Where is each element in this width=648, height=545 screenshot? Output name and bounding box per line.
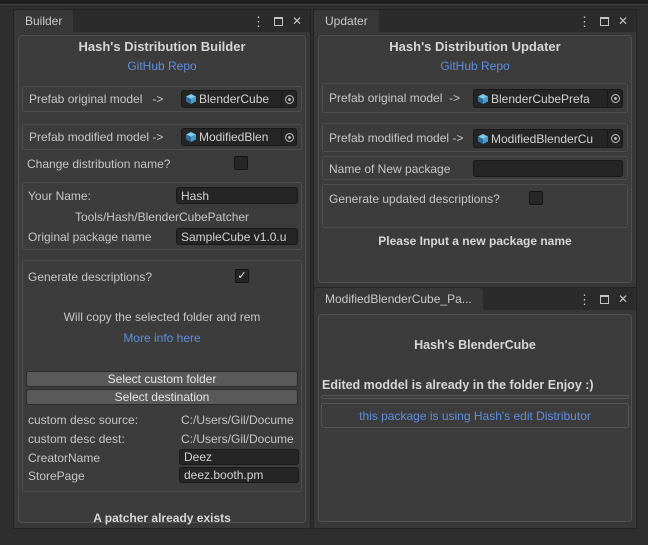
object-picker-icon[interactable] [281, 129, 296, 145]
change-name-checkbox[interactable] [234, 156, 248, 170]
updater-panel: Updater ⋮ ✕ Hash's Distribution Updater … [314, 10, 636, 287]
prefab-cube-icon [477, 133, 489, 145]
object-picker-icon[interactable] [607, 90, 622, 107]
builder-box: Hash's Distribution Builder GitHub Repo … [18, 35, 306, 525]
menu-kebab-icon[interactable]: ⋮ [252, 15, 265, 28]
prefab-cube-icon [477, 93, 489, 105]
select-destination-button[interactable]: Select destination [26, 389, 298, 405]
object-field-value: ModifiedBlenderCu [491, 131, 594, 146]
select-custom-folder-button[interactable]: Select custom folder [26, 371, 298, 387]
generate-descriptions-label: Generate descriptions? [28, 270, 153, 284]
package-tabbar: ModifiedBlenderCube_Pa... ⋮ ✕ [314, 288, 636, 310]
generate-updated-checkbox[interactable] [529, 191, 543, 205]
prefab-modified-label: Prefab modified model -> [29, 130, 164, 144]
desc-source-value: C:/Users/Gil/Docume [181, 413, 294, 427]
your-name-field[interactable] [176, 187, 298, 204]
prefab-modified-object-field[interactable]: ModifiedBlen [181, 128, 297, 146]
prefab-modified-row: Prefab modified model -> ModifiedBlen [22, 124, 302, 150]
prefab-cube-icon [185, 93, 197, 105]
updater-box: Hash's Distribution Updater GitHub Repo … [318, 35, 632, 283]
package-box: Hash's BlenderCube Edited moddel is alre… [318, 314, 632, 522]
github-repo-link[interactable]: GitHub Repo [319, 58, 631, 74]
package-content: Hash's BlenderCube Edited moddel is alre… [314, 310, 636, 528]
github-repo-link[interactable]: GitHub Repo [19, 58, 305, 74]
menu-kebab-icon[interactable]: ⋮ [578, 293, 591, 306]
desc-dest-value: C:/Users/Gil/Docume [181, 432, 294, 446]
name-section: Your Name: Tools/Hash/BlenderCubePatcher… [22, 182, 302, 250]
maximize-icon[interactable] [273, 16, 283, 26]
desc-source-label: custom desc source: [28, 413, 139, 427]
updater-tabbar: Updater ⋮ ✕ [314, 10, 636, 32]
new-package-field[interactable] [473, 160, 623, 177]
prefab-modified-row: Prefab modified model -> ModifiedBlender… [322, 123, 628, 152]
updater-content: Hash's Distribution Updater GitHub Repo … [314, 32, 636, 287]
builder-panel: Builder ⋮ ✕ Hash's Distribution Builder … [14, 10, 310, 528]
package-panel: ModifiedBlenderCube_Pa... ⋮ ✕ Hash's Ble… [314, 288, 636, 528]
generate-descriptions-checkbox[interactable]: ✓ [235, 269, 249, 283]
menu-kebab-icon[interactable]: ⋮ [578, 15, 591, 28]
prefab-original-object-field[interactable]: BlenderCubePrefa [473, 89, 623, 108]
prefab-original-label: Prefab original model -> [29, 92, 164, 106]
toolbar-edge [0, 0, 648, 5]
object-field-value: BlenderCube [199, 92, 270, 106]
object-field-value: ModifiedBlen [199, 130, 269, 144]
your-name-label: Your Name: [28, 189, 91, 203]
creator-name-label: CreatorName [28, 451, 101, 465]
builder-content: Hash's Distribution Builder GitHub Repo … [14, 32, 310, 528]
tools-path-label: Tools/Hash/BlenderCubePatcher [74, 210, 250, 224]
desc-dest-label: custom desc dest: [28, 432, 125, 446]
builder-title: Hash's Distribution Builder [78, 39, 246, 54]
store-page-label: StorePage [28, 469, 85, 483]
maximize-icon[interactable] [599, 294, 609, 304]
close-icon[interactable]: ✕ [618, 15, 628, 27]
prefab-original-object-field[interactable]: BlenderCube [181, 90, 297, 108]
updater-title: Hash's Distribution Updater [389, 39, 561, 54]
tab-modified-blender-cube[interactable]: ModifiedBlenderCube_Pa... [314, 288, 483, 310]
distributor-link[interactable]: this package is using Hash's edit Distri… [359, 409, 591, 423]
creator-name-field[interactable] [179, 449, 299, 465]
object-picker-icon[interactable] [607, 130, 622, 147]
maximize-icon[interactable] [599, 16, 609, 26]
tab-builder[interactable]: Builder [14, 10, 74, 32]
generate-updated-section: Generate updated descriptions? [322, 184, 628, 228]
empty-helpbox [321, 395, 629, 399]
prefab-modified-label: Prefab modified model -> [329, 131, 464, 145]
distributor-link-box: this package is using Hash's edit Distri… [321, 403, 629, 428]
more-info-link[interactable]: More info here [23, 330, 301, 346]
builder-status: A patcher already exists [93, 511, 231, 525]
change-name-label: Change distribution name? [27, 157, 171, 171]
object-field-value: BlenderCubePrefa [491, 91, 590, 106]
tab-updater[interactable]: Updater [314, 10, 379, 32]
store-page-field[interactable] [179, 467, 299, 483]
original-package-label: Original package name [28, 230, 152, 244]
prefab-original-row: Prefab original model -> BlenderCube [22, 86, 302, 112]
updater-status: Please Input a new package name [378, 234, 572, 248]
close-icon[interactable]: ✕ [292, 15, 302, 27]
generate-updated-label: Generate updated descriptions? [329, 192, 500, 206]
prefab-modified-object-field[interactable]: ModifiedBlenderCu [473, 129, 623, 148]
new-package-row: Name of New package [322, 156, 628, 180]
copy-note: Will copy the selected folder and rem [63, 310, 261, 324]
new-package-label: Name of New package [329, 162, 451, 176]
original-package-field[interactable] [176, 228, 298, 245]
close-icon[interactable]: ✕ [618, 293, 628, 305]
prefab-original-label: Prefab original model -> [329, 91, 461, 105]
prefab-original-row: Prefab original model -> BlenderCubePref… [322, 83, 628, 113]
package-title: Hash's BlenderCube [414, 338, 536, 352]
prefab-cube-icon [185, 131, 197, 143]
builder-tabbar: Builder ⋮ ✕ [14, 10, 310, 32]
descriptions-section: Generate descriptions? ✓ Will copy the s… [22, 260, 302, 492]
package-message: Edited moddel is already in the folder E… [322, 378, 594, 392]
object-picker-icon[interactable] [281, 91, 296, 107]
